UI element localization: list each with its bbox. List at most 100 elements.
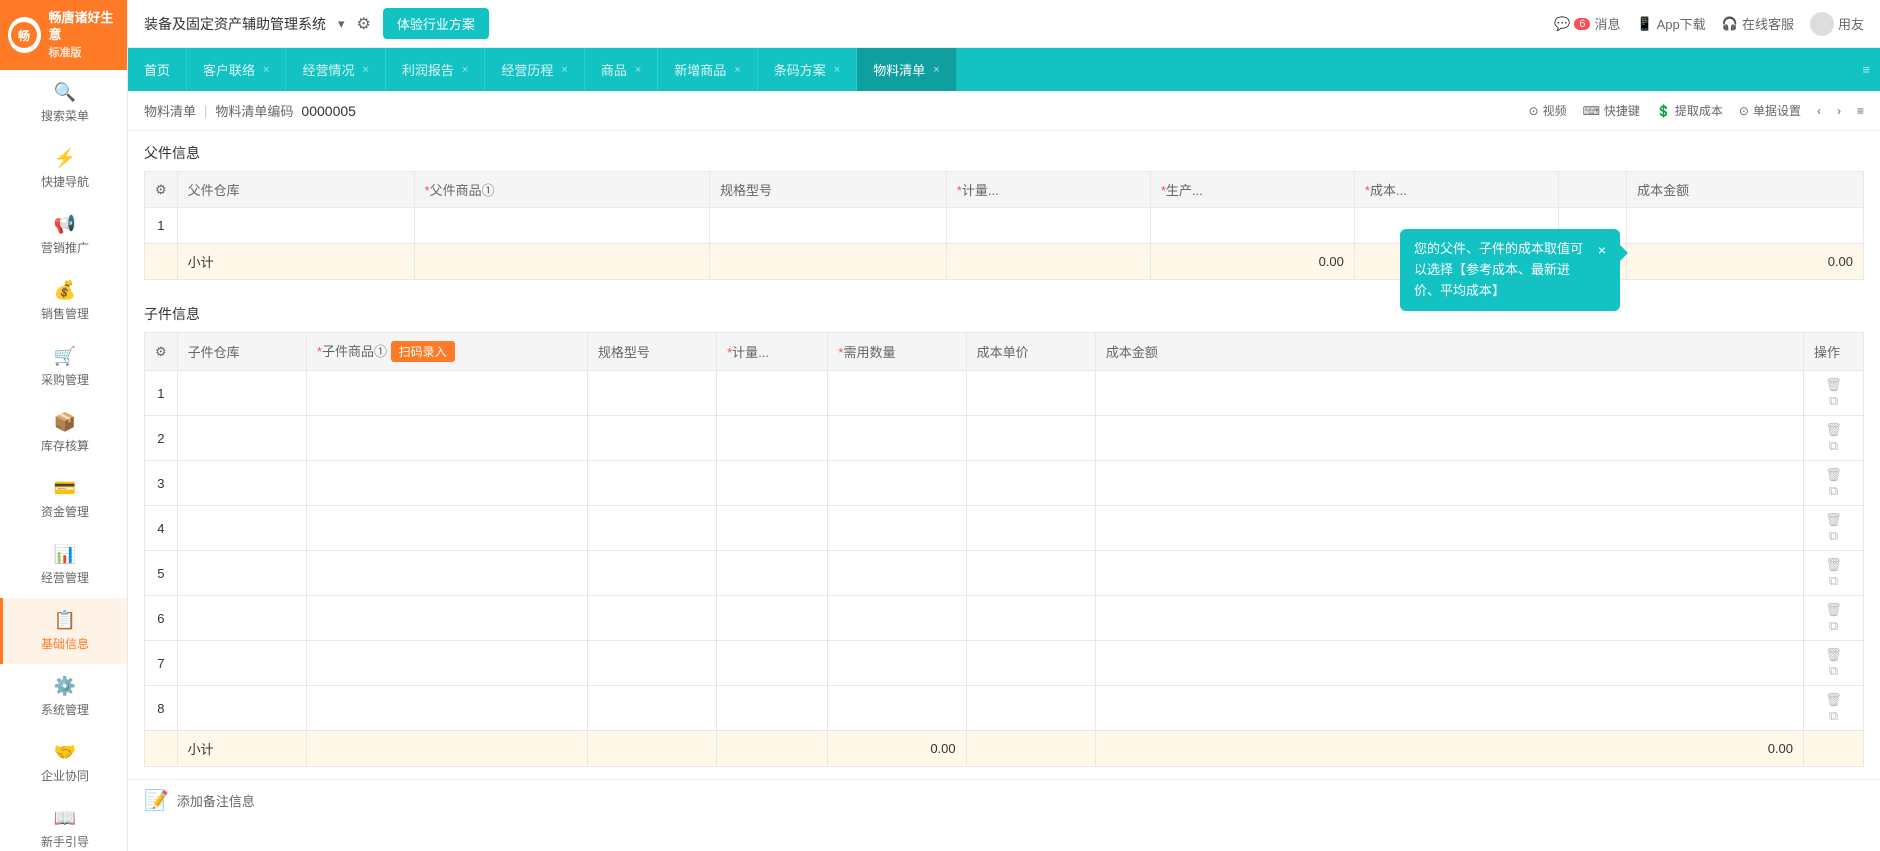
sidebar-item-operations[interactable]: 📊 经营管理 (0, 532, 127, 598)
tab-customers-label: 客户联络 (203, 60, 255, 79)
view-button[interactable]: ⊙ 视频 (1529, 102, 1567, 119)
delete-icon[interactable]: 🗑 (1825, 692, 1842, 707)
breadcrumb-item-2: 物料清单编码 (215, 101, 293, 120)
sidebar-item-enterprise[interactable]: 🤝 企业协同 (0, 730, 127, 796)
delete-icon[interactable]: 🗑 (1825, 377, 1842, 392)
gear-icon[interactable]: ⚙ (357, 14, 371, 34)
sidebar-item-search[interactable]: 🔍 搜索菜单 (0, 70, 127, 136)
table-row: 2 🗑 ⧉ (145, 416, 1864, 461)
sidebar-item-label: 新手引导 (41, 833, 89, 850)
view-icon: ⊙ (1529, 104, 1539, 118)
child-col-settings[interactable]: ⚙ (145, 333, 178, 371)
copy-icon[interactable]: ⧉ (1829, 663, 1838, 678)
parent-row-product[interactable] (414, 208, 709, 244)
child-subtotal-row: 小计 0.00 0.00 (145, 731, 1864, 767)
tab-operations[interactable]: 经营情况 × (286, 48, 385, 91)
delete-icon[interactable]: 🗑 (1825, 422, 1842, 437)
scan-button[interactable]: 扫码录入 (391, 341, 455, 362)
tab-bom-close[interactable]: × (933, 64, 939, 76)
delete-icon[interactable]: 🗑 (1825, 647, 1842, 662)
parent-row-production[interactable] (1150, 208, 1354, 244)
user-avatar[interactable]: 用友 (1810, 12, 1864, 36)
sidebar-item-quicknav[interactable]: ⚡ 快捷导航 (0, 136, 127, 202)
sidebar-item-system[interactable]: ⚙️ 系统管理 (0, 664, 127, 730)
nav-next-button[interactable]: › (1837, 104, 1841, 118)
online-support-button[interactable]: 🎧 在线客服 (1722, 14, 1794, 33)
tab-bom[interactable]: 物料清单 × (857, 48, 956, 91)
parent-col-settings[interactable]: ⚙ (145, 172, 178, 208)
extract-cost-button[interactable]: 💲 提取成本 (1656, 102, 1723, 119)
sidebar: 畅 畅唐诸好生意 标准版 🔍 搜索菜单 ⚡ 快捷导航 📢 营销推广 💰 销售管理… (0, 0, 128, 851)
doc-settings-button[interactable]: ⊙ 单据设置 (1739, 102, 1801, 119)
child-row1-unit-cost[interactable] (966, 371, 1095, 416)
copy-icon[interactable]: ⧉ (1829, 618, 1838, 633)
parent-row-spec[interactable] (709, 208, 946, 244)
parent-subtotal-label (145, 244, 178, 280)
delete-icon[interactable]: 🗑 (1825, 557, 1842, 572)
copy-icon[interactable]: ⧉ (1829, 438, 1838, 453)
delete-icon[interactable]: 🗑 (1825, 467, 1842, 482)
tab-history-close[interactable]: × (561, 64, 567, 76)
delete-icon[interactable]: 🗑 (1825, 512, 1842, 527)
tab-profit-close[interactable]: × (462, 64, 468, 76)
copy-icon[interactable]: ⧉ (1829, 573, 1838, 588)
message-button[interactable]: 💬 6 消息 (1554, 14, 1620, 33)
sidebar-item-guide[interactable]: 📖 新手引导 (0, 796, 127, 851)
tab-new-products[interactable]: 新增商品 × (658, 48, 757, 91)
copy-icon[interactable]: ⧉ (1829, 483, 1838, 498)
table-row: 3 🗑 ⧉ (145, 461, 1864, 506)
copy-icon[interactable]: ⧉ (1829, 393, 1838, 408)
try-button[interactable]: 体验行业方案 (383, 8, 489, 39)
bottom-bar-text[interactable]: 添加备注信息 (177, 791, 255, 810)
sidebar-item-inventory[interactable]: 📦 库存核算 (0, 400, 127, 466)
nav-prev-button[interactable]: ‹ (1817, 104, 1821, 118)
tab-history[interactable]: 经营历程 × (485, 48, 584, 91)
app-download-button[interactable]: 📱 App下载 (1636, 14, 1705, 33)
tab-operations-label: 经营情况 (302, 60, 354, 79)
inventory-icon: 📦 (54, 412, 76, 433)
tab-customers-close[interactable]: × (263, 64, 269, 76)
tab-products-close[interactable]: × (635, 64, 641, 76)
sidebar-item-purchase[interactable]: 🛒 采购管理 (0, 334, 127, 400)
table-row: 6 🗑 ⧉ (145, 596, 1864, 641)
child-row1-warehouse[interactable] (177, 371, 306, 416)
tab-customers[interactable]: 客户联络 × (187, 48, 286, 91)
close-all-button[interactable]: ≡ (1852, 50, 1880, 89)
tab-new-products-label: 新增商品 (674, 60, 726, 79)
sidebar-item-basicinfo[interactable]: 📋 基础信息 (0, 598, 127, 664)
child-row1-qty[interactable] (828, 371, 966, 416)
copy-icon[interactable]: ⧉ (1829, 528, 1838, 543)
tab-new-products-close[interactable]: × (734, 64, 740, 76)
child-row3-actions: 🗑 ⧉ (1804, 461, 1864, 506)
table-row: 7 🗑 ⧉ (145, 641, 1864, 686)
parent-row-unit[interactable] (946, 208, 1150, 244)
nav-list-button[interactable]: ≡ (1857, 104, 1864, 118)
main-content: 装备及固定资产辅助管理系统 ▾ ⚙ 体验行业方案 💬 6 消息 📱 App下载 … (128, 0, 1880, 851)
tab-operations-close[interactable]: × (362, 64, 368, 76)
sidebar-item-finance[interactable]: 💳 资金管理 (0, 466, 127, 532)
system-icon: ⚙️ (54, 676, 76, 697)
tab-home[interactable]: 首页 (128, 48, 187, 91)
shortcut-button[interactable]: ⌨ 快捷键 (1583, 102, 1640, 119)
shortcut-icon: ⌨ (1583, 104, 1600, 118)
app-download-label: App下载 (1657, 14, 1706, 33)
tab-barcode[interactable]: 条码方案 × (758, 48, 857, 91)
tab-barcode-close[interactable]: × (834, 64, 840, 76)
child-row1-unit[interactable] (717, 371, 828, 416)
basicinfo-icon: 📋 (54, 610, 76, 631)
parent-row-num: 1 (145, 208, 178, 244)
delete-icon[interactable]: 🗑 (1825, 602, 1842, 617)
tab-products[interactable]: 商品 × (585, 48, 658, 91)
sidebar-item-sales[interactable]: 💰 销售管理 (0, 268, 127, 334)
dropdown-icon[interactable]: ▾ (338, 16, 345, 32)
sidebar-item-label: 搜索菜单 (41, 107, 89, 124)
tab-profit[interactable]: 利润报告 × (386, 48, 485, 91)
copy-icon[interactable]: ⧉ (1829, 708, 1838, 723)
parent-row-warehouse[interactable] (177, 208, 414, 244)
tooltip-close-button[interactable]: × (1598, 239, 1606, 261)
child-row1-spec[interactable] (587, 371, 716, 416)
extract-cost-label: 提取成本 (1675, 102, 1723, 119)
child-row1-product[interactable] (306, 371, 587, 416)
child-row2-actions: 🗑 ⧉ (1804, 416, 1864, 461)
sidebar-item-marketing[interactable]: 📢 营销推广 (0, 202, 127, 268)
